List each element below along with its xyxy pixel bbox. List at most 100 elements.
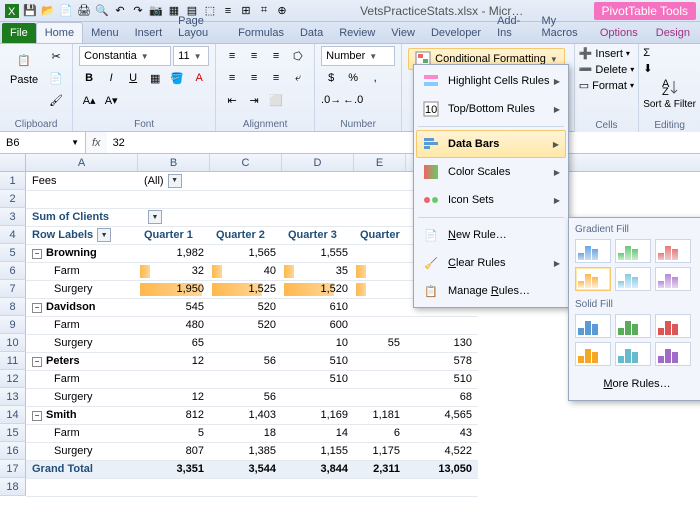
row-18[interactable]: 18 xyxy=(0,478,26,496)
bold-button[interactable]: B xyxy=(79,68,99,88)
preview-icon[interactable]: 🔍 xyxy=(94,3,110,19)
databar-more-rules[interactable]: More Rules… xyxy=(575,374,699,394)
more-icon[interactable]: ⊕ xyxy=(274,3,290,19)
cut-icon[interactable]: ✂ xyxy=(46,46,66,66)
underline-button[interactable]: U xyxy=(123,68,143,88)
tab-file[interactable]: File xyxy=(2,23,36,43)
row-4[interactable]: 4 xyxy=(0,226,26,244)
row-17[interactable]: 17 xyxy=(0,460,26,478)
print-icon[interactable]: 🖨 xyxy=(76,3,92,19)
fill-color-button[interactable]: 🪣 xyxy=(167,68,187,88)
font-color-button[interactable]: A xyxy=(189,68,209,88)
databar-solid-blue[interactable] xyxy=(575,314,611,338)
tab-design[interactable]: Design xyxy=(648,23,698,43)
currency-icon[interactable]: $ xyxy=(321,68,341,88)
databar-solid-lightblue[interactable] xyxy=(615,342,651,366)
tab-menu[interactable]: Menu xyxy=(83,23,127,43)
tab-page-layout[interactable]: Page Layou xyxy=(170,11,230,43)
row-8[interactable]: 8 xyxy=(0,298,26,316)
align-top-icon[interactable]: ≡ xyxy=(222,46,242,66)
camera-icon[interactable]: 📷 xyxy=(148,3,164,19)
align-left-icon[interactable]: ≡ xyxy=(222,68,242,88)
row-11[interactable]: 11 xyxy=(0,352,26,370)
format-painter-icon[interactable]: 🖌 xyxy=(46,90,66,110)
autosum-button[interactable]: Σ xyxy=(643,46,696,60)
save-icon[interactable]: 💾 xyxy=(22,3,38,19)
formula-input[interactable]: 32 xyxy=(107,132,700,153)
merge-icon[interactable]: ⬜ xyxy=(266,90,286,110)
cf-highlight-cells[interactable]: Highlight Cells Rules ▶ xyxy=(416,67,566,95)
col-B[interactable]: B xyxy=(138,154,210,171)
new-icon[interactable]: 📄 xyxy=(58,3,74,19)
fill-button[interactable]: ⬇ xyxy=(643,61,696,76)
align-bottom-icon[interactable]: ≡ xyxy=(266,46,286,66)
redo-icon[interactable]: ↷ xyxy=(130,3,146,19)
col-C[interactable]: C xyxy=(210,154,282,171)
cf-data-bars[interactable]: Data Bars ▶ xyxy=(416,130,566,158)
format-button[interactable]: ▭Format▾ xyxy=(579,78,635,93)
cf-color-scales[interactable]: Color Scales ▶ xyxy=(416,158,566,186)
row-1[interactable]: 1 xyxy=(0,172,26,190)
delete-button[interactable]: ➖Delete▾ xyxy=(579,62,635,77)
row-13[interactable]: 13 xyxy=(0,388,26,406)
row-15[interactable]: 15 xyxy=(0,424,26,442)
row-7[interactable]: 7 xyxy=(0,280,26,298)
align-middle-icon[interactable]: ≡ xyxy=(244,46,264,66)
align-center-icon[interactable]: ≡ xyxy=(244,68,264,88)
collapse-icon[interactable]: − xyxy=(32,357,42,367)
row-6[interactable]: 6 xyxy=(0,262,26,280)
copy-icon[interactable]: 📄 xyxy=(46,68,66,88)
sort-filter-button[interactable]: AZ Sort & Filter xyxy=(643,77,696,110)
font-size-combo[interactable]: 11▼ xyxy=(173,46,209,66)
increase-decimal-icon[interactable]: .0→ xyxy=(321,90,341,110)
cf-new-rule[interactable]: 📄 New Rule… xyxy=(416,221,566,249)
comma-icon[interactable]: , xyxy=(365,68,385,88)
databar-solid-purple[interactable] xyxy=(655,342,691,366)
databar-solid-orange[interactable] xyxy=(575,342,611,366)
undo-icon[interactable]: ↶ xyxy=(112,3,128,19)
filter-dropdown[interactable]: ▼ xyxy=(168,174,182,188)
row-14[interactable]: 14 xyxy=(0,406,26,424)
databar-gradient-lightblue[interactable] xyxy=(615,267,651,291)
col-E[interactable]: E xyxy=(354,154,406,171)
tab-insert[interactable]: Insert xyxy=(127,23,171,43)
tab-view[interactable]: View xyxy=(383,23,423,43)
group-icon[interactable]: ⊞ xyxy=(238,3,254,19)
snap-icon[interactable]: ⌗ xyxy=(256,3,272,19)
orientation-icon[interactable]: ⭔ xyxy=(288,46,308,66)
tab-home[interactable]: Home xyxy=(36,22,83,43)
tab-developer[interactable]: Developer xyxy=(423,23,489,43)
collapse-icon[interactable]: − xyxy=(32,411,42,421)
databar-solid-red[interactable] xyxy=(655,314,691,338)
paste-button[interactable]: 📋 Paste xyxy=(6,46,42,88)
tab-review[interactable]: Review xyxy=(331,23,383,43)
col-D[interactable]: D xyxy=(282,154,354,171)
databar-solid-green[interactable] xyxy=(615,314,651,338)
databar-gradient-green[interactable] xyxy=(615,239,651,263)
databar-gradient-red[interactable] xyxy=(655,239,691,263)
cf-clear-rules[interactable]: 🧹 Clear Rules ▶ xyxy=(416,249,566,277)
row-5[interactable]: 5 xyxy=(0,244,26,262)
open-icon[interactable]: 📂 xyxy=(40,3,56,19)
decrease-indent-icon[interactable]: ⇤ xyxy=(222,90,242,110)
wrap-text-icon[interactable]: ⤶ xyxy=(288,68,308,88)
increase-indent-icon[interactable]: ⇥ xyxy=(244,90,264,110)
col-A[interactable]: A xyxy=(26,154,138,171)
tab-macros[interactable]: My Macros xyxy=(534,11,590,43)
cf-icon-sets[interactable]: Icon Sets ▶ xyxy=(416,186,566,214)
databar-gradient-purple[interactable] xyxy=(655,267,691,291)
column-filter[interactable]: ▼ xyxy=(148,210,162,224)
select-all-corner[interactable] xyxy=(0,154,26,171)
font-name-combo[interactable]: Constantia▼ xyxy=(79,46,171,66)
italic-button[interactable]: I xyxy=(101,68,121,88)
align-right-icon[interactable]: ≡ xyxy=(266,68,286,88)
cf-top-bottom[interactable]: 10 Top/Bottom Rules ▶ xyxy=(416,95,566,123)
row-2[interactable]: 2 xyxy=(0,190,26,208)
decrease-font-icon[interactable]: A▾ xyxy=(101,90,121,110)
tab-formulas[interactable]: Formulas xyxy=(230,23,292,43)
collapse-icon[interactable]: − xyxy=(32,303,42,313)
tab-options[interactable]: Options xyxy=(592,23,646,43)
cf-manage-rules[interactable]: 📋 Manage Rules… xyxy=(416,277,566,305)
decrease-decimal-icon[interactable]: ←.0 xyxy=(343,90,363,110)
border-button[interactable]: ▦ xyxy=(145,68,165,88)
